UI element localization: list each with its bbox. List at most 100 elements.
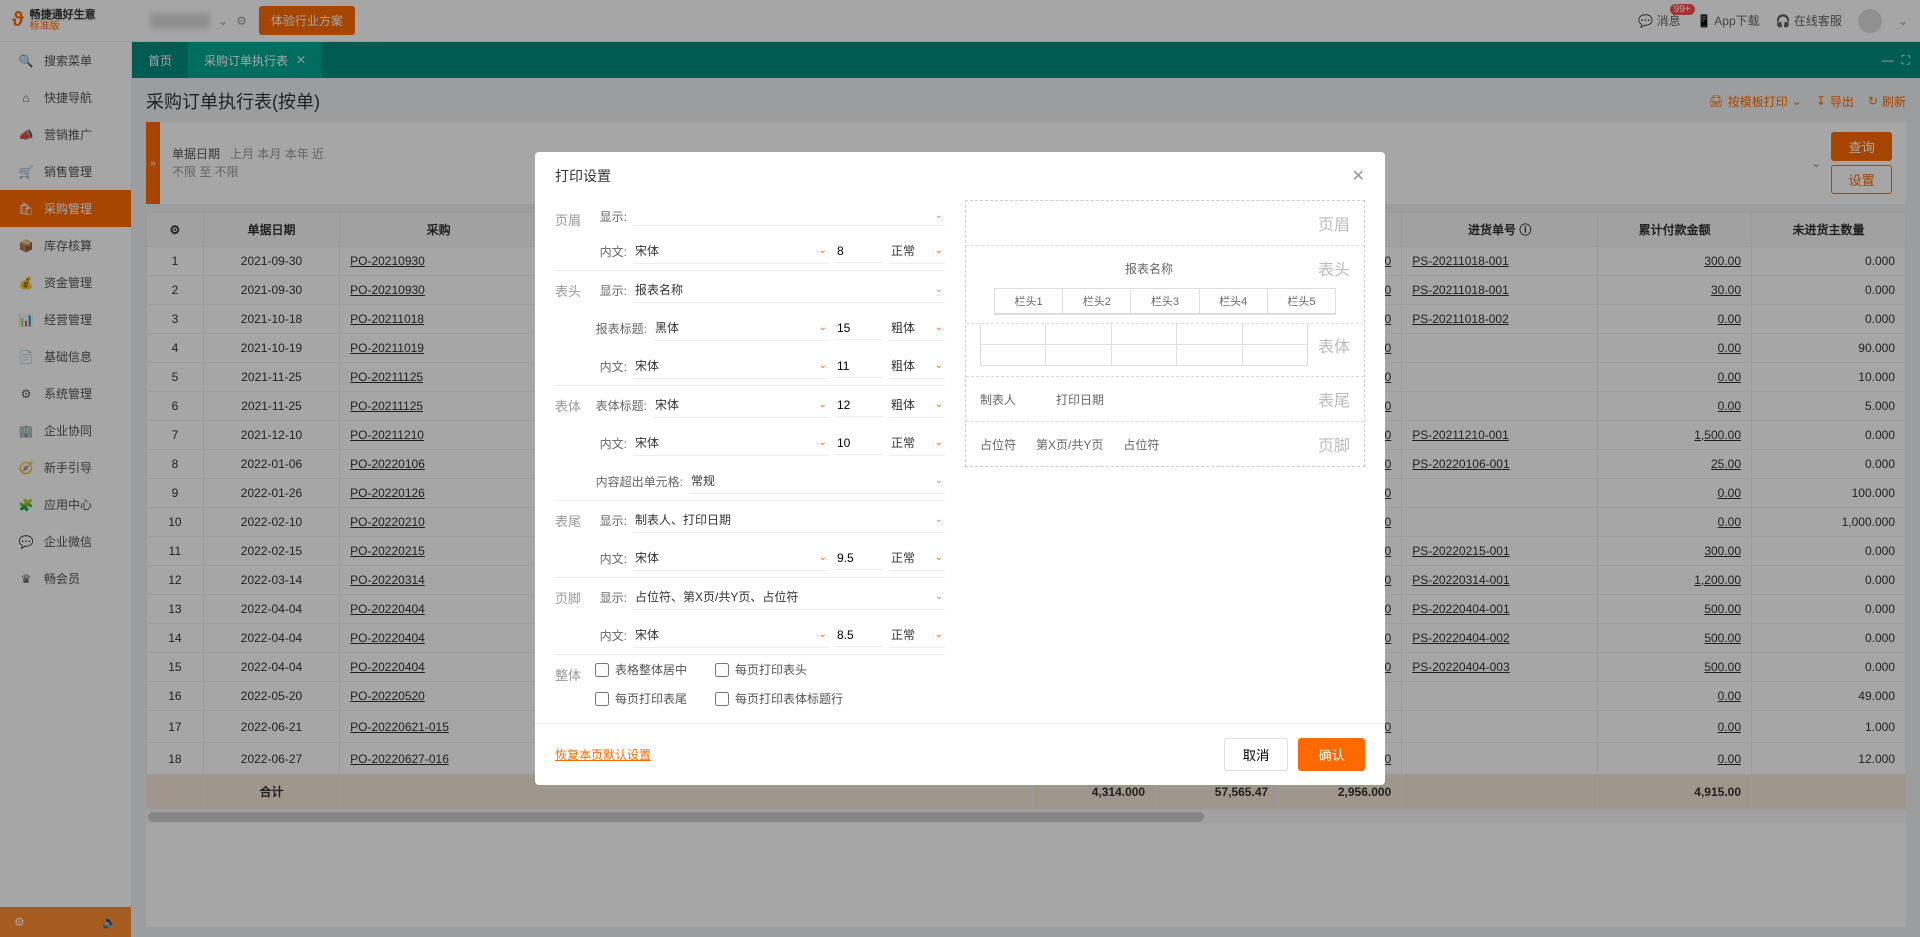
tablefoot-display-select[interactable]: 制表人、打印日期⌄ <box>633 507 945 533</box>
chk-foot-each-input[interactable] <box>595 692 609 706</box>
preview-placeholder-1: 占位符 <box>980 436 1016 453</box>
print-preview: 页眉 报表名称 表头 栏头1栏头2栏头3栏头4栏头5 <box>965 200 1365 467</box>
font-value: 宋体 <box>635 357 659 374</box>
chk-body-title-each[interactable]: 每页打印表体标题行 <box>715 690 843 707</box>
section-table-body: 表体 表体标题: 宋体⌄ 粗体⌄ 内文: 宋体⌄ 正常⌄ <box>555 385 945 500</box>
font-value: 宋体 <box>635 626 659 643</box>
chk-label: 每页打印表尾 <box>615 690 687 707</box>
chevron-down-icon: ⌄ <box>935 552 943 563</box>
section-label: 整体 <box>555 655 595 694</box>
preview-print-date: 打印日期 <box>1056 391 1104 408</box>
close-icon[interactable]: ✕ <box>1352 166 1365 186</box>
pageheader-size-input[interactable] <box>835 240 883 263</box>
cancel-button[interactable]: 取消 <box>1224 738 1289 771</box>
preview-col-header: 栏头4 <box>1200 289 1268 314</box>
ok-button[interactable]: 确认 <box>1298 738 1365 771</box>
tablebody-title-size-input[interactable] <box>835 394 883 417</box>
title-label: 报表标题: <box>595 320 647 337</box>
section-label: 页脚 <box>555 578 595 617</box>
tablebody-body-weight-select[interactable]: 正常⌄ <box>889 430 945 456</box>
tablehead-display-select[interactable]: 报表名称 ⌄ <box>633 277 945 303</box>
chevron-down-icon: ⌄ <box>819 552 827 563</box>
preview-label: 页脚 <box>1318 432 1350 456</box>
pageheader-font-select[interactable]: 宋体⌄ <box>633 238 829 264</box>
chevron-down-icon: ⌄ <box>819 437 827 448</box>
chk-foot-each[interactable]: 每页打印表尾 <box>595 690 687 707</box>
chk-head-each[interactable]: 每页打印表头 <box>715 661 807 678</box>
chevron-down-icon: ⌄ <box>935 437 943 448</box>
tablebody-overflow-select[interactable]: 常规 ⌄ <box>689 468 945 494</box>
chevron-down-icon: ⌄ <box>935 475 943 486</box>
chevron-down-icon: ⌄ <box>819 360 827 371</box>
chevron-down-icon: ⌄ <box>935 629 943 640</box>
modal-header: 打印设置 ✕ <box>535 152 1385 200</box>
weight-value: 正常 <box>891 549 915 566</box>
preview-label: 表尾 <box>1318 387 1350 411</box>
display-label: 显示: <box>595 589 627 606</box>
overflow-label: 内容超出单元格: <box>595 473 683 490</box>
section-table-head: 表头 显示: 报表名称⌄ 报表标题: 黑体⌄ 粗体⌄ <box>555 270 945 385</box>
tablehead-title-weight-select[interactable]: 粗体⌄ <box>889 315 945 341</box>
chk-head-each-input[interactable] <box>715 663 729 677</box>
tablefoot-weight-select[interactable]: 正常 ⌄ <box>889 545 945 571</box>
preview-header-grid: 栏头1栏头2栏头3栏头4栏头5 <box>994 288 1336 315</box>
font-value: 宋体 <box>635 549 659 566</box>
preview-col-header: 栏头1 <box>995 289 1063 314</box>
weight-value: 粗体 <box>891 357 915 374</box>
pagefoot-weight-select[interactable]: 正常⌄ <box>889 622 945 648</box>
chevron-down-icon: ⌄ <box>935 591 943 602</box>
chk-center-input[interactable] <box>595 663 609 677</box>
preview-table-foot: 制表人 打印日期 表尾 <box>966 377 1364 422</box>
pagefoot-size-input[interactable] <box>835 624 883 647</box>
preview-col-header: 栏头2 <box>1063 289 1131 314</box>
preview-table-body: 表体 <box>966 324 1364 377</box>
tablehead-body-size-input[interactable] <box>835 355 883 378</box>
restore-defaults-link[interactable]: 恢复本页默认设置 <box>555 746 651 763</box>
pageheader-display-select[interactable]: ⌄ <box>633 206 945 226</box>
tablebody-body-size-input[interactable] <box>835 432 883 455</box>
chk-center[interactable]: 表格整体居中 <box>595 661 687 678</box>
pageheader-weight-select[interactable]: 正常⌄ <box>889 238 945 264</box>
body-label: 内文: <box>595 243 627 260</box>
chevron-down-icon: ⌄ <box>935 210 943 221</box>
overflow-value: 常规 <box>691 472 715 489</box>
chevron-down-icon: ⌄ <box>819 322 827 333</box>
chevron-down-icon: ⌄ <box>935 245 943 256</box>
section-page-header: 页眉 显示: ⌄ 内文: 宋体⌄ 正常⌄ <box>555 200 945 270</box>
tablehead-body-font-select[interactable]: 宋体 ⌄ <box>633 353 829 379</box>
body-label: 内文: <box>595 550 627 567</box>
section-label: 表头 <box>555 271 595 310</box>
settings-column: 页眉 显示: ⌄ 内文: 宋体⌄ 正常⌄ <box>555 200 945 713</box>
preview-col-header: 栏头3 <box>1131 289 1199 314</box>
tablebody-title-weight-select[interactable]: 粗体⌄ <box>889 392 945 418</box>
print-settings-modal: 打印设置 ✕ 页眉 显示: ⌄ 内文: 宋体 ⌄ <box>535 152 1385 785</box>
display-value: 报表名称 <box>635 281 683 298</box>
section-label: 表体 <box>555 386 595 425</box>
body-label: 内文: <box>595 627 627 644</box>
pagefoot-display-select[interactable]: 占位符、第X页/共Y页、占位符 ⌄ <box>633 584 945 610</box>
display-value: 占位符、第X页/共Y页、占位符 <box>635 588 798 605</box>
display-label: 显示: <box>595 208 627 225</box>
tablebody-body-font-select[interactable]: 宋体⌄ <box>633 430 829 456</box>
chk-label: 表格整体居中 <box>615 661 687 678</box>
font-value: 宋体 <box>635 242 659 259</box>
body-label: 内文: <box>595 435 627 452</box>
chk-label: 每页打印表头 <box>735 661 807 678</box>
preview-page-xy: 第X页/共Y页 <box>1036 436 1103 453</box>
section-whole: 整体 表格整体居中 每页打印表头 每页打印表尾 每页打印表体标题行 <box>555 654 945 713</box>
weight-value: 粗体 <box>891 396 915 413</box>
chk-body-title-each-input[interactable] <box>715 692 729 706</box>
tablebody-title-font-select[interactable]: 宋体⌄ <box>653 392 829 418</box>
tablehead-body-weight-select[interactable]: 粗体 ⌄ <box>889 353 945 379</box>
display-label: 显示: <box>595 512 627 529</box>
preview-page-header: 页眉 <box>966 201 1364 246</box>
tablefoot-size-input[interactable] <box>835 547 883 570</box>
chevron-down-icon: ⌄ <box>935 360 943 371</box>
tablefoot-font-select[interactable]: 宋体 ⌄ <box>633 545 829 571</box>
chevron-down-icon: ⌄ <box>935 284 943 295</box>
section-label: 表尾 <box>555 501 595 540</box>
tablehead-title-font-select[interactable]: 黑体⌄ <box>653 315 829 341</box>
tablehead-title-size-input[interactable] <box>835 317 883 340</box>
pagefoot-font-select[interactable]: 宋体⌄ <box>633 622 829 648</box>
chevron-down-icon: ⌄ <box>935 514 943 525</box>
